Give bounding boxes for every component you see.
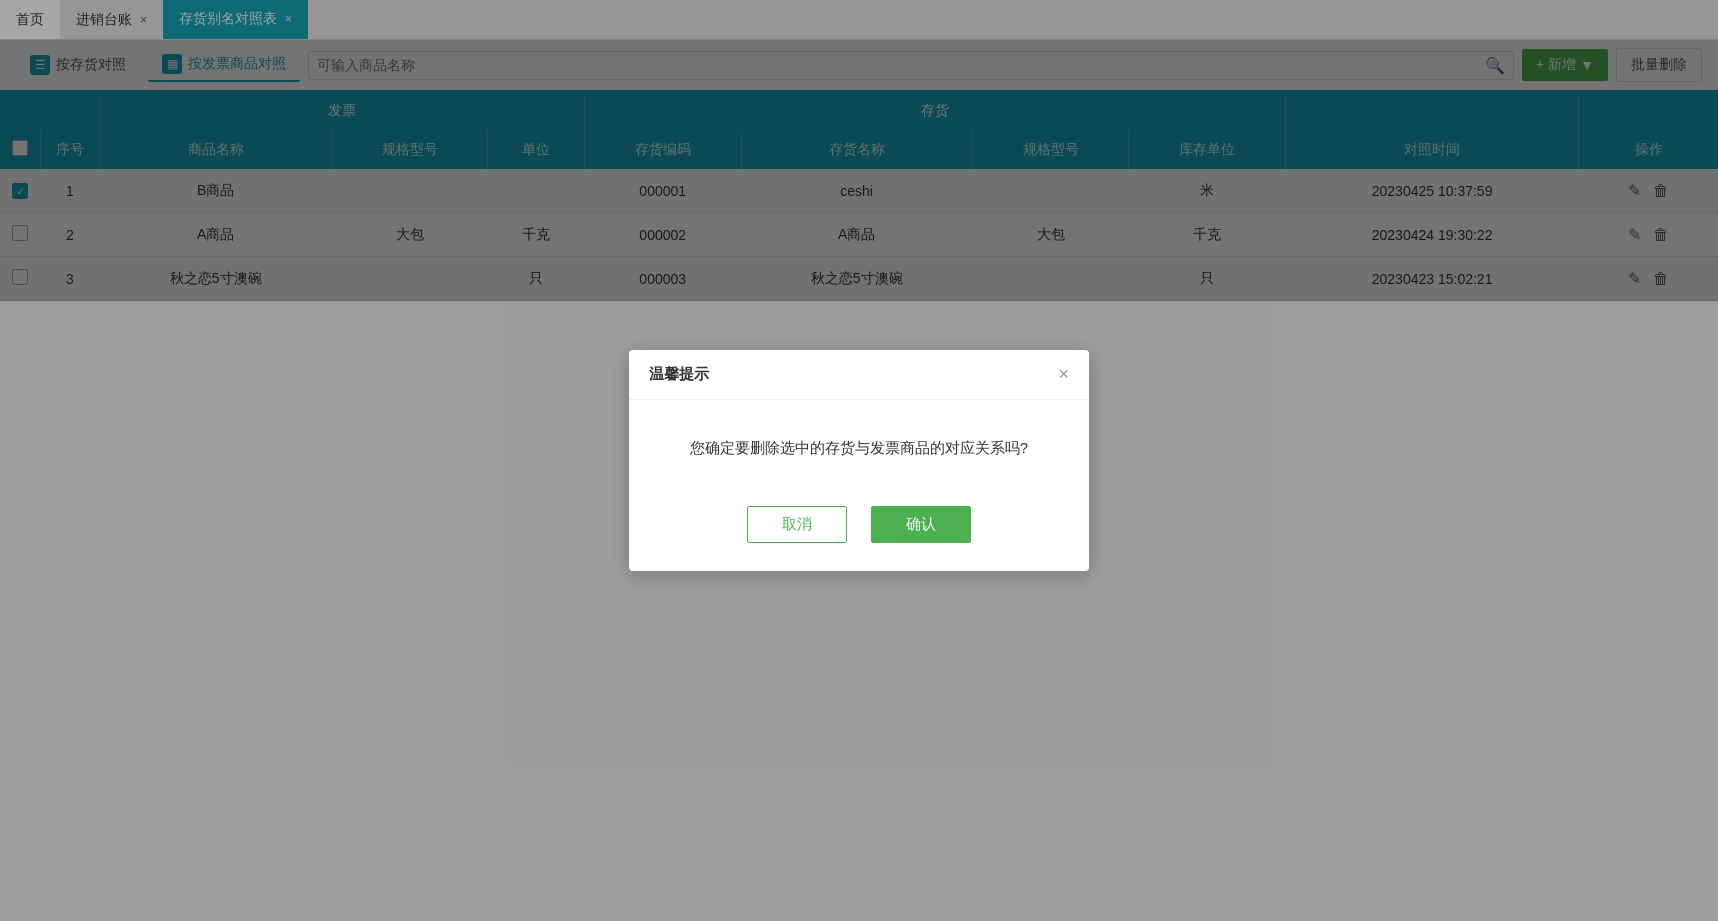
dialog-header: 温馨提示 × bbox=[629, 350, 1089, 400]
dialog-confirm-button[interactable]: 确认 bbox=[871, 506, 971, 543]
dialog-body: 您确定要删除选中的存货与发票商品的对应关系吗? bbox=[629, 400, 1089, 490]
dialog-overlay: 温馨提示 × 您确定要删除选中的存货与发票商品的对应关系吗? 取消 确认 bbox=[0, 0, 1718, 921]
dialog-message: 您确定要删除选中的存货与发票商品的对应关系吗? bbox=[690, 439, 1028, 456]
dialog-footer: 取消 确认 bbox=[629, 490, 1089, 571]
dialog-close-button[interactable]: × bbox=[1058, 364, 1069, 385]
dialog-title: 温馨提示 bbox=[649, 365, 709, 384]
dialog-cancel-button[interactable]: 取消 bbox=[747, 506, 847, 543]
dialog: 温馨提示 × 您确定要删除选中的存货与发票商品的对应关系吗? 取消 确认 bbox=[629, 350, 1089, 571]
